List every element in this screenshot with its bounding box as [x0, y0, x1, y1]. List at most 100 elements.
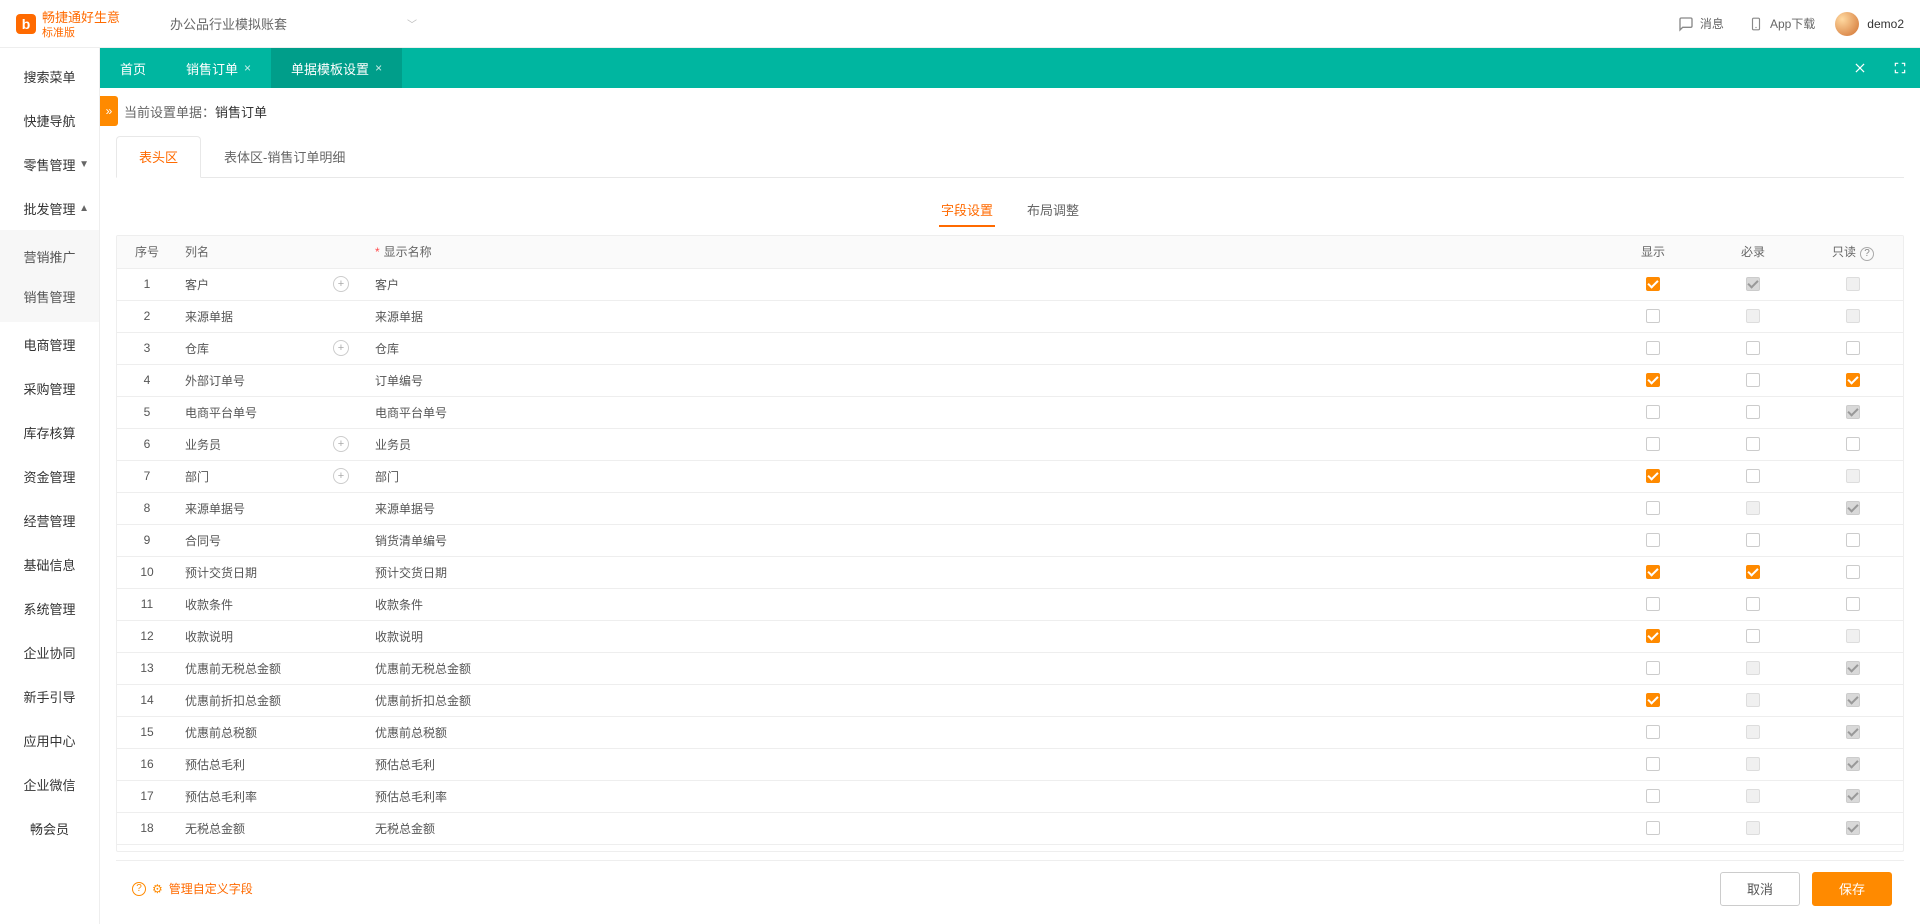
avatar[interactable]: [1835, 12, 1859, 36]
close-icon[interactable]: ×: [375, 61, 382, 75]
cell-display-name[interactable]: 优惠前折扣总金额: [367, 684, 1603, 716]
checkbox[interactable]: [1746, 533, 1760, 547]
sidebar-item[interactable]: 搜索菜单: [0, 54, 99, 98]
fields-table: 序号 列名 *显示名称 显示 必录 只读?: [117, 236, 1903, 845]
cell-display-name[interactable]: 来源单据号: [367, 492, 1603, 524]
checkbox[interactable]: [1746, 341, 1760, 355]
cell-display-name[interactable]: 优惠前总税额: [367, 716, 1603, 748]
mode-tab[interactable]: 布局调整: [1025, 194, 1081, 227]
sidebar-item[interactable]: 畅会员: [0, 806, 99, 850]
checkbox[interactable]: [1646, 341, 1660, 355]
checkbox[interactable]: [1646, 437, 1660, 451]
area-tab[interactable]: 表体区-销售订单明细: [201, 136, 368, 177]
checkbox[interactable]: [1746, 597, 1760, 611]
sidebar-subitem[interactable]: 营销推广: [0, 236, 99, 276]
checkbox[interactable]: [1646, 789, 1660, 803]
cell-display-name[interactable]: 无税总金额: [367, 812, 1603, 844]
top-tab[interactable]: 首页: [100, 48, 166, 88]
checkbox[interactable]: [1846, 341, 1860, 355]
cell-display-name[interactable]: 预计交货日期: [367, 556, 1603, 588]
checkbox[interactable]: [1646, 597, 1660, 611]
area-tab[interactable]: 表头区: [116, 136, 201, 178]
cell-display-name[interactable]: 业务员: [367, 428, 1603, 460]
sidebar-item[interactable]: 企业微信: [0, 762, 99, 806]
cell-display-name[interactable]: 来源单据: [367, 300, 1603, 332]
mode-tab[interactable]: 字段设置: [939, 194, 995, 227]
add-icon[interactable]: +: [333, 276, 349, 292]
cell-display-name[interactable]: 预估总毛利率: [367, 780, 1603, 812]
checkbox[interactable]: [1646, 533, 1660, 547]
sidebar-item[interactable]: 库存核算: [0, 410, 99, 454]
checkbox[interactable]: [1846, 597, 1860, 611]
checkbox[interactable]: [1646, 821, 1660, 835]
cell-display-name[interactable]: 销货清单编号: [367, 524, 1603, 556]
top-tab[interactable]: 单据模板设置×: [271, 48, 402, 88]
checkbox[interactable]: [1646, 565, 1660, 579]
checkbox[interactable]: [1746, 469, 1760, 483]
sidebar-item[interactable]: 企业协同: [0, 630, 99, 674]
col-name-text: 来源单据: [185, 310, 233, 324]
checkbox[interactable]: [1746, 437, 1760, 451]
checkbox[interactable]: [1646, 469, 1660, 483]
sidebar-item[interactable]: 资金管理: [0, 454, 99, 498]
checkbox[interactable]: [1846, 373, 1860, 387]
checkbox[interactable]: [1646, 277, 1660, 291]
checkbox: [1746, 789, 1760, 803]
cancel-button[interactable]: 取消: [1720, 872, 1800, 906]
messages-button[interactable]: 消息: [1678, 15, 1724, 32]
checkbox[interactable]: [1646, 309, 1660, 323]
checkbox[interactable]: [1646, 757, 1660, 771]
user-name[interactable]: demo2: [1867, 17, 1904, 31]
account-book-select[interactable]: 办公品行业模拟账套 ﹀: [170, 14, 417, 33]
cell-display-name[interactable]: 客户: [367, 268, 1603, 300]
cell-display-name[interactable]: 仓库: [367, 332, 1603, 364]
cell-display-name[interactable]: 收款说明: [367, 620, 1603, 652]
close-icon[interactable]: ×: [244, 61, 251, 75]
context-collapse-button[interactable]: »: [100, 96, 118, 126]
checkbox[interactable]: [1646, 629, 1660, 643]
cell-show: [1603, 460, 1703, 492]
cell-display-name[interactable]: 电商平台单号: [367, 396, 1603, 428]
cell-display-name[interactable]: 收款条件: [367, 588, 1603, 620]
add-icon[interactable]: +: [333, 468, 349, 484]
add-icon[interactable]: +: [333, 340, 349, 356]
manage-custom-fields-link[interactable]: ? ⚙ 管理自定义字段: [128, 880, 253, 897]
sidebar-item[interactable]: 应用中心: [0, 718, 99, 762]
checkbox[interactable]: [1746, 565, 1760, 579]
checkbox[interactable]: [1646, 693, 1660, 707]
save-button[interactable]: 保存: [1812, 872, 1892, 906]
sidebar-item[interactable]: 经营管理: [0, 498, 99, 542]
cell-display-name[interactable]: 部门: [367, 460, 1603, 492]
checkbox[interactable]: [1846, 437, 1860, 451]
sidebar-item[interactable]: 采购管理: [0, 366, 99, 410]
sidebar-item[interactable]: 快捷导航: [0, 98, 99, 142]
sidebar-item[interactable]: 系统管理: [0, 586, 99, 630]
sidebar-item[interactable]: 基础信息: [0, 542, 99, 586]
tab-close-all-button[interactable]: [1840, 48, 1880, 88]
sidebar-item[interactable]: 新手引导: [0, 674, 99, 718]
top-tab[interactable]: 销售订单×: [166, 48, 271, 88]
checkbox[interactable]: [1746, 405, 1760, 419]
sidebar-item[interactable]: 电商管理: [0, 322, 99, 366]
add-icon[interactable]: +: [333, 436, 349, 452]
cell-display-name[interactable]: 优惠前无税总金额: [367, 652, 1603, 684]
manage-custom-fields-label: 管理自定义字段: [169, 880, 253, 897]
checkbox[interactable]: [1846, 533, 1860, 547]
checkbox[interactable]: [1746, 629, 1760, 643]
sidebar-item[interactable]: 零售管理▼: [0, 142, 99, 186]
checkbox[interactable]: [1846, 565, 1860, 579]
sidebar-item[interactable]: 批发管理▲: [0, 186, 99, 230]
sidebar-subitem[interactable]: 销售管理: [0, 276, 99, 316]
checkbox[interactable]: [1746, 373, 1760, 387]
context-value: 销售订单: [215, 102, 267, 121]
app-download-button[interactable]: App下载: [1748, 15, 1815, 32]
cell-display-name[interactable]: 预估总毛利: [367, 748, 1603, 780]
fullscreen-button[interactable]: [1880, 48, 1920, 88]
checkbox[interactable]: [1646, 501, 1660, 515]
checkbox[interactable]: [1646, 405, 1660, 419]
help-icon[interactable]: ?: [1860, 247, 1874, 261]
cell-display-name[interactable]: 订单编号: [367, 364, 1603, 396]
checkbox[interactable]: [1646, 373, 1660, 387]
checkbox[interactable]: [1646, 725, 1660, 739]
checkbox[interactable]: [1646, 661, 1660, 675]
